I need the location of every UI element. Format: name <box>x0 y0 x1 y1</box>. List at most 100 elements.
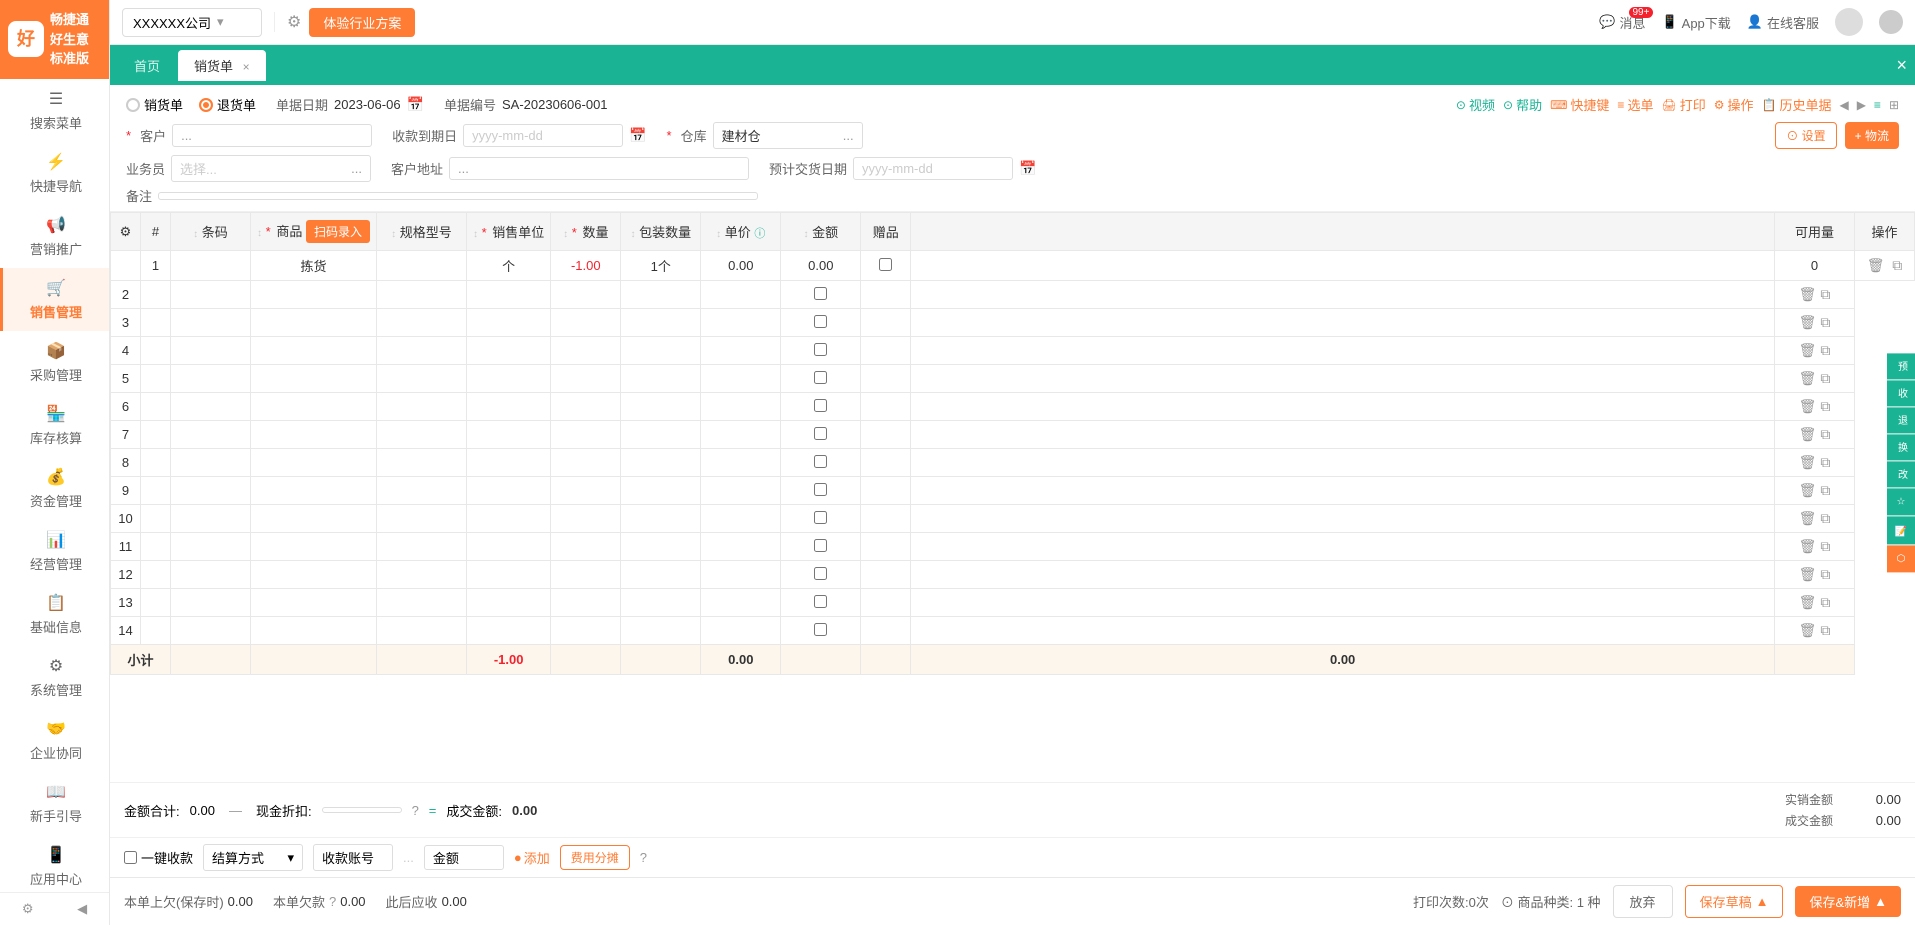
app-download-action[interactable]: 📱 App下载 <box>1661 13 1730 32</box>
scan-button[interactable]: 扫码录入 <box>306 220 370 243</box>
select-link[interactable]: ≡ 选单 <box>1617 95 1653 114</box>
radio-return[interactable]: 退货单 <box>199 95 256 114</box>
delete-row-button[interactable]: 🗑 <box>1797 622 1819 639</box>
user-avatar[interactable] <box>1835 8 1863 36</box>
logistics-button[interactable]: + 物流 <box>1845 122 1899 149</box>
delete-row-button[interactable]: 🗑 <box>1797 314 1819 331</box>
save-draft-button[interactable]: 保存草稿 ▲ <box>1685 885 1784 918</box>
row-amount[interactable]: 0.00 <box>781 251 861 281</box>
row-barcode[interactable] <box>141 281 171 309</box>
delete-row-button[interactable]: 🗑 <box>1865 257 1887 274</box>
gift-checkbox[interactable] <box>814 455 827 468</box>
delete-row-button[interactable]: 🗑 <box>1797 370 1819 387</box>
gift-checkbox[interactable] <box>814 427 827 440</box>
gift-checkbox[interactable] <box>814 511 827 524</box>
sidebar-item-management[interactable]: 📊 经营管理 <box>0 520 109 583</box>
payment-date-icon[interactable]: 📅 <box>629 127 646 144</box>
tab-sale-order[interactable]: 销货单 × <box>178 50 266 81</box>
row-product[interactable] <box>171 281 251 309</box>
gift-checkbox[interactable] <box>814 623 827 636</box>
copy-row-button[interactable]: ⧉ <box>1818 594 1832 611</box>
row-gift[interactable] <box>861 251 911 281</box>
copy-row-button[interactable]: ⧉ <box>1818 342 1832 359</box>
discount-input[interactable] <box>322 807 402 813</box>
gift-checkbox[interactable] <box>814 371 827 384</box>
copy-row-button[interactable]: ⧉ <box>1818 482 1832 499</box>
notes-input[interactable] <box>158 192 758 200</box>
expense-split-button[interactable]: 费用分摊 <box>560 845 630 870</box>
warehouse-input[interactable]: 建材仓 ... <box>713 122 863 149</box>
sidebar-item-sales[interactable]: 🛒 销售管理 <box>0 268 109 331</box>
online-service-action[interactable]: 👤 在线客服 <box>1747 13 1819 32</box>
delete-row-button[interactable]: 🗑 <box>1797 594 1819 611</box>
expected-date-input[interactable]: yyyy-mm-dd <box>853 157 1013 180</box>
grid-view-icon[interactable]: ⊞ <box>1889 98 1899 112</box>
copy-row-button[interactable]: ⧉ <box>1818 622 1832 639</box>
copy-row-button[interactable]: ⧉ <box>1818 286 1832 303</box>
sidebar-item-apps[interactable]: 📱 应用中心 <box>0 835 109 893</box>
list-view-icon[interactable]: ≡ <box>1874 98 1881 112</box>
ops-link[interactable]: ⚙ 操作 <box>1714 95 1754 114</box>
gift-checkbox[interactable] <box>814 343 827 356</box>
customer-address-input[interactable]: ... <box>449 157 749 180</box>
delete-row-button[interactable]: 🗑 <box>1797 286 1819 303</box>
float-collect-btn[interactable]: 收 <box>1887 380 1915 406</box>
row-barcode[interactable] <box>171 251 251 281</box>
delete-row-button[interactable]: 🗑 <box>1797 538 1819 555</box>
row-spec[interactable] <box>376 251 466 281</box>
prev-icon[interactable]: ◀ <box>1839 98 1848 112</box>
sidebar-item-system[interactable]: ⚙ 系统管理 <box>0 646 109 709</box>
gift-checkbox[interactable] <box>814 399 827 412</box>
delete-row-button[interactable]: 🗑 <box>1797 482 1819 499</box>
print-link[interactable]: 🖨 打印 <box>1661 95 1705 114</box>
gift-checkbox[interactable] <box>814 483 827 496</box>
float-modify-btn[interactable]: 改 <box>1887 461 1915 487</box>
help-link[interactable]: ⊙ 帮助 <box>1503 95 1542 114</box>
radio-sale[interactable]: 销货单 <box>126 95 183 114</box>
save-new-button[interactable]: 保存&新增 ▲ <box>1795 886 1901 917</box>
delete-row-button[interactable]: 🗑 <box>1797 426 1819 443</box>
video-link[interactable]: ⊙ 视频 <box>1456 95 1495 114</box>
sidebar-item-enterprise[interactable]: 🤝 企业协同 <box>0 709 109 772</box>
message-action[interactable]: 💬 消息 99+ <box>1599 13 1645 32</box>
tab-close-icon[interactable]: × <box>243 60 250 74</box>
abandon-button[interactable]: 放弃 <box>1613 885 1673 918</box>
delete-row-button[interactable]: 🗑 <box>1797 398 1819 415</box>
add-payment-button[interactable]: ● 添加 <box>514 848 550 867</box>
gift-checkbox[interactable] <box>814 287 827 300</box>
copy-row-button[interactable]: ⧉ <box>1818 314 1832 331</box>
history-link[interactable]: 📋 历史单据 <box>1761 95 1831 114</box>
salesperson-input[interactable]: 选择... ... <box>171 155 371 182</box>
sidebar-item-inventory[interactable]: 🏪 库存核算 <box>0 394 109 457</box>
company-select[interactable]: XXXXXX公司 ▾ <box>122 8 262 37</box>
delete-row-button[interactable]: 🗑 <box>1797 342 1819 359</box>
gift-checkbox[interactable] <box>814 567 827 580</box>
row-unit[interactable]: 个 <box>466 251 550 281</box>
gift-checkbox[interactable] <box>879 258 892 271</box>
discount-info-icon[interactable]: ? <box>412 803 419 818</box>
trial-button[interactable]: 体验行业方案 <box>309 8 415 37</box>
th-settings[interactable]: ⚙ <box>111 213 141 251</box>
float-return-btn[interactable]: 退 <box>1887 407 1915 433</box>
one-key-payment-checkbox[interactable] <box>124 851 137 864</box>
sidebar-item-finance[interactable]: 💰 资金管理 <box>0 457 109 520</box>
copy-row-button[interactable]: ⧉ <box>1818 426 1832 443</box>
gift-checkbox[interactable] <box>814 315 827 328</box>
tab-home[interactable]: 首页 <box>118 50 176 81</box>
customer-input[interactable]: ... <box>172 124 372 147</box>
expense-info-icon[interactable]: ? <box>640 850 647 865</box>
delete-row-button[interactable]: 🗑 <box>1797 454 1819 471</box>
next-icon[interactable]: ▶ <box>1857 98 1866 112</box>
order-short-info[interactable]: ? <box>329 894 336 909</box>
copy-row-button[interactable]: ⧉ <box>1818 538 1832 555</box>
copy-row-button[interactable]: ⧉ <box>1818 510 1832 527</box>
sidebar-item-guide[interactable]: 📖 新手引导 <box>0 772 109 835</box>
float-note-btn[interactable]: 📝 <box>1887 516 1915 544</box>
copy-row-button[interactable]: ⧉ <box>1818 370 1832 387</box>
topbar-settings-icon[interactable]: ⚙ <box>287 12 301 32</box>
float-orange-btn[interactable]: ⬡ <box>1887 545 1915 572</box>
settings-button[interactable]: ⊙ 设置 <box>1775 122 1836 149</box>
sidebar-item-marketing[interactable]: 📢 营销推广 <box>0 205 109 268</box>
price-info-icon[interactable]: ⓘ <box>754 228 765 240</box>
payment-date-input[interactable]: yyyy-mm-dd <box>463 124 623 147</box>
